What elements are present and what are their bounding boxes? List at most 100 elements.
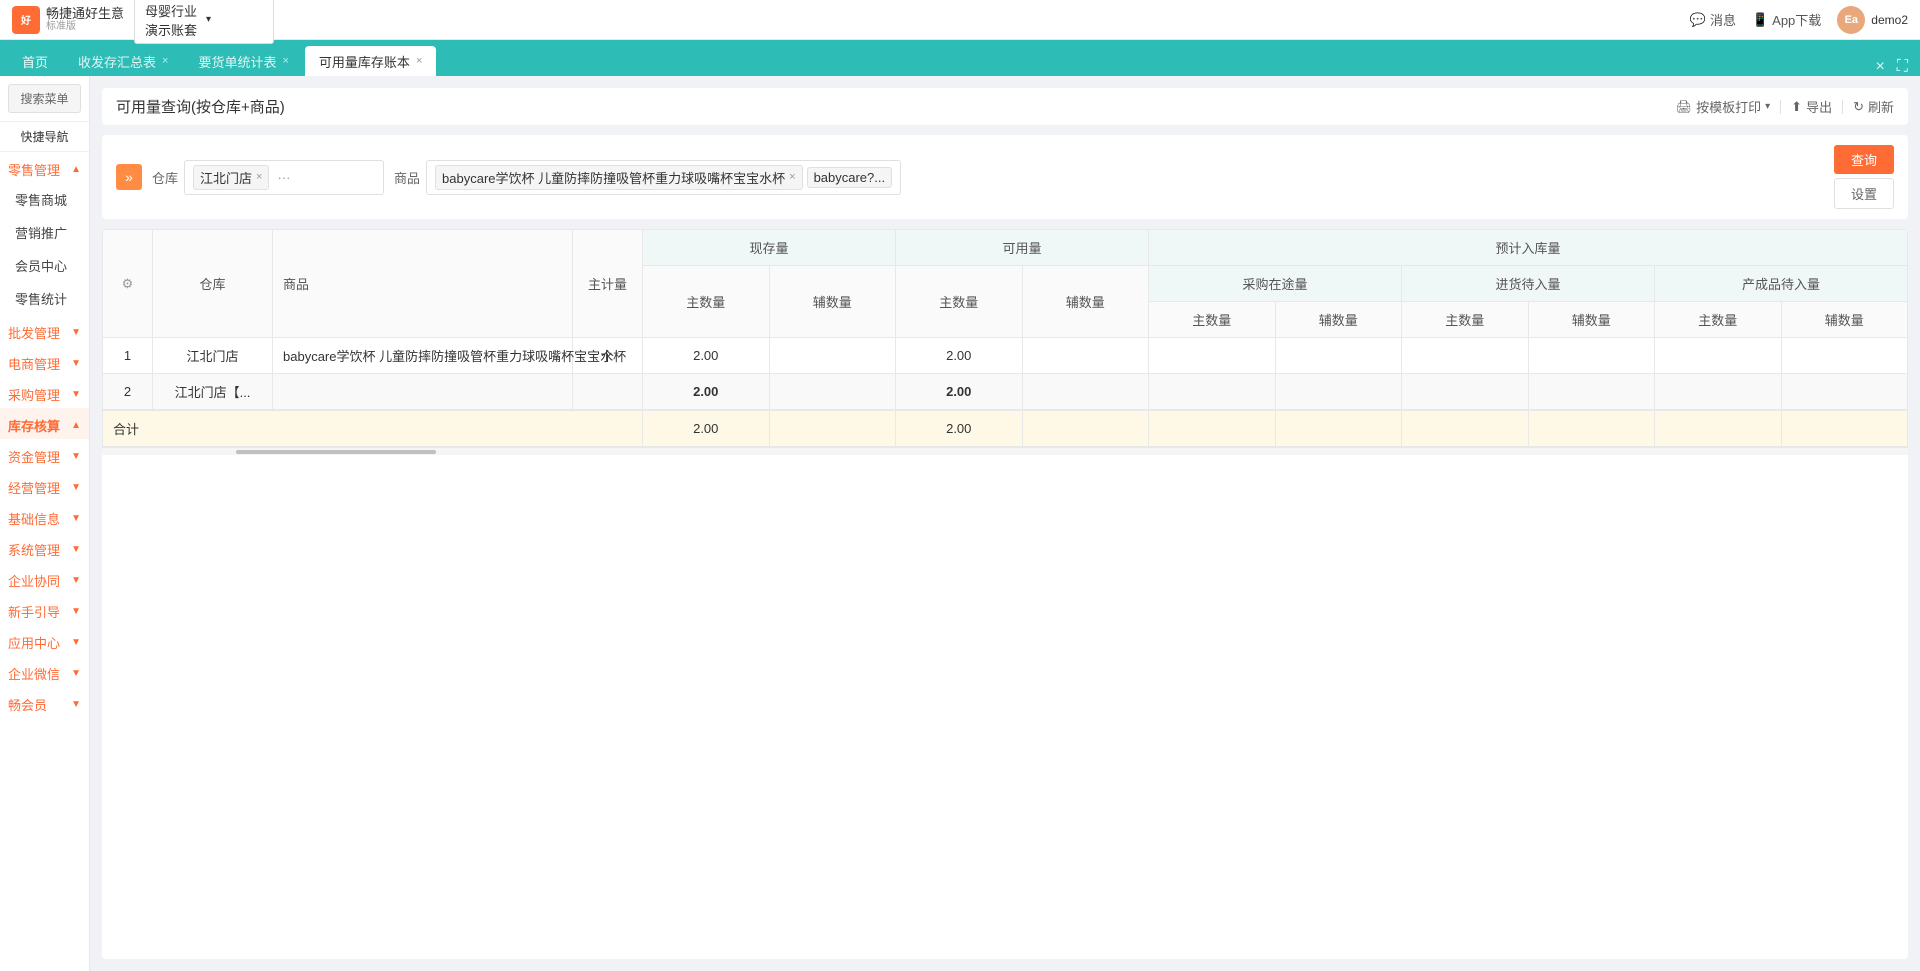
row-available-main: 2.00	[896, 338, 1023, 374]
row-no: 1	[103, 338, 153, 374]
available-header: 可用量	[896, 230, 1149, 266]
avatar: Ea	[1837, 6, 1865, 34]
sidebar-section-basic[interactable]: 基础信息 ▼	[0, 501, 89, 532]
sidebar-section-system[interactable]: 系统管理 ▼	[0, 532, 89, 563]
table-container: ⚙ 仓库 商品 主计量 现存量 可用量 预计入库量 主数量	[102, 229, 1908, 959]
row-unit-subtotal	[573, 374, 643, 411]
app-download-button[interactable]: 📱 App下载	[1752, 10, 1821, 29]
sidebar-item-retail-stats[interactable]: 零售统计	[0, 282, 89, 315]
warehouse-input[interactable]: 江北门店 × ···	[184, 160, 384, 195]
row-no: 2	[103, 374, 153, 411]
inc-pending-aux-header: 辅数量	[1528, 302, 1655, 338]
sidebar-section-appcenter[interactable]: 应用中心 ▼	[0, 625, 89, 656]
sidebar-section-inventory[interactable]: 库存核算 ▲	[0, 408, 89, 439]
sidebar-item-retail-shop[interactable]: 零售商城	[0, 183, 89, 216]
row-inc-pending-aux-subtotal	[1528, 374, 1655, 411]
row-warehouse: 江北门店	[153, 338, 273, 374]
product-pending-header: 产成品待入量	[1655, 266, 1908, 302]
warehouse-tag-close[interactable]: ×	[256, 171, 262, 183]
row-available-main-subtotal: 2.00	[896, 374, 1023, 411]
tab-close-available[interactable]: ×	[416, 55, 422, 67]
warehouse-tag: 江北门店 ×	[193, 165, 269, 190]
export-button[interactable]: ⬆ 导出	[1791, 97, 1832, 116]
main-content: 可用量查询(按仓库+商品) 🖨 按模板打印 ▾ ⬆ 导出 ↻	[90, 76, 1920, 971]
message-icon: 💬	[1690, 12, 1706, 28]
download-icon: 📱	[1752, 12, 1768, 28]
sidebar-section-retail[interactable]: 零售管理 ▲	[0, 152, 89, 183]
search-menu-button[interactable]: 搜索菜单	[8, 84, 81, 113]
product-tag-1: babycare学饮杯 儿童防摔防撞吸管杯重力球吸嘴杯宝宝水杯 ×	[435, 165, 803, 190]
tab-home[interactable]: 首页	[8, 46, 62, 76]
sidebar-item-marketing[interactable]: 营销推广	[0, 216, 89, 249]
data-table: ⚙ 仓库 商品 主计量 现存量 可用量 预计入库量 主数量	[102, 229, 1908, 447]
sidebar-section-finance[interactable]: 资金管理 ▼	[0, 439, 89, 470]
scrollbar-area	[102, 447, 1908, 455]
product-tag-1-close[interactable]: ×	[789, 171, 795, 183]
logo-text: 畅捷通好生意 标准版	[46, 6, 124, 34]
print-icon: 🖨	[1676, 99, 1693, 115]
tab-close-order[interactable]: ×	[282, 55, 288, 67]
tab-receive[interactable]: 收发存汇总表 ×	[64, 46, 182, 76]
industry-selector[interactable]: 母婴行业演示账套 ▾	[134, 0, 274, 44]
main-layout: 搜索菜单 快捷导航 零售管理 ▲ 零售商城 营销推广 会员中心 零售统计 批发管…	[0, 76, 1920, 971]
print-button[interactable]: 🖨 按模板打印 ▾	[1676, 97, 1771, 116]
sidebar-section-ecommerce[interactable]: 电商管理 ▼	[0, 346, 89, 377]
sidebar-section-purchase[interactable]: 采购管理 ▼	[0, 377, 89, 408]
chevron-down-icon: ▾	[1765, 101, 1770, 112]
row-prod-pending-main-subtotal	[1655, 374, 1782, 411]
summary-available-aux	[1022, 410, 1149, 447]
refresh-button[interactable]: ↻ 刷新	[1853, 97, 1894, 116]
tab-close-receive[interactable]: ×	[162, 55, 168, 67]
sidebar-section-operations[interactable]: 经营管理 ▼	[0, 470, 89, 501]
row-available-aux	[1022, 338, 1149, 374]
sidebar-item-members[interactable]: 会员中心	[0, 249, 89, 282]
row-current-aux	[769, 338, 896, 374]
warehouse-more-button[interactable]: ···	[273, 170, 294, 185]
row-inc-pending-main	[1402, 338, 1529, 374]
close-all-tabs-button[interactable]: ×	[1869, 58, 1890, 76]
table-settings-icon[interactable]: ⚙	[122, 276, 134, 291]
product-filter: 商品 babycare学饮杯 儿童防摔防撞吸管杯重力球吸嘴杯宝宝水杯 × bab…	[394, 160, 901, 195]
row-pur-transit-aux-subtotal	[1275, 374, 1402, 411]
current-main-header: 主数量	[643, 266, 770, 338]
filter-action-buttons: 查询 设置	[1834, 145, 1894, 209]
summary-inc-pending-aux	[1528, 410, 1655, 447]
refresh-icon: ↻	[1853, 99, 1864, 115]
sidebar-section-wechat[interactable]: 企业微信 ▼	[0, 656, 89, 687]
sidebar-section-vip[interactable]: 畅会员 ▼	[0, 687, 89, 718]
sidebar: 搜索菜单 快捷导航 零售管理 ▲ 零售商城 营销推广 会员中心 零售统计 批发管…	[0, 76, 90, 971]
sidebar-section-wholesale[interactable]: 批发管理 ▼	[0, 315, 89, 346]
logo-icon: 好	[12, 6, 40, 34]
product-tag-2: babycare?...	[807, 167, 893, 188]
export-icon: ⬆	[1791, 99, 1802, 115]
available-main-header: 主数量	[896, 266, 1023, 338]
quick-nav-button[interactable]: 快捷导航	[0, 122, 89, 152]
row-product: babycare学饮杯 儿童防摔防撞吸管杯重力球吸嘴杯宝宝水杯	[273, 338, 573, 374]
product-input[interactable]: babycare学饮杯 儿童防摔防撞吸管杯重力球吸嘴杯宝宝水杯 × babyca…	[426, 160, 901, 195]
maximize-button[interactable]: ⛶	[1893, 58, 1912, 76]
scrollbar-thumb[interactable]	[236, 450, 436, 454]
available-aux-header: 辅数量	[1022, 266, 1149, 338]
filter-toggle-button[interactable]: »	[116, 164, 142, 190]
prod-pending-aux-header: 辅数量	[1781, 302, 1908, 338]
summary-current-main: 2.00	[643, 410, 770, 447]
message-button[interactable]: 💬 消息	[1690, 10, 1736, 29]
row-available-aux-subtotal	[1022, 374, 1149, 411]
chevron-down-icon: ▾	[206, 14, 263, 25]
warehouse-filter: 仓库 江北门店 × ···	[152, 160, 384, 195]
settings-col-header: ⚙	[103, 230, 153, 338]
logo-area: 好 畅捷通好生意 标准版	[12, 6, 124, 34]
tab-order[interactable]: 要货单统计表 ×	[184, 46, 302, 76]
tab-available[interactable]: 可用量库存账本 ×	[305, 46, 436, 76]
query-button[interactable]: 查询	[1834, 145, 1894, 174]
settings-button[interactable]: 设置	[1834, 178, 1894, 209]
row-prod-pending-aux	[1781, 338, 1908, 374]
current-stock-header: 现存量	[643, 230, 896, 266]
page-content: 可用量查询(按仓库+商品) 🖨 按模板打印 ▾ ⬆ 导出 ↻	[90, 76, 1920, 971]
sidebar-section-enterprise[interactable]: 企业协同 ▼	[0, 563, 89, 594]
row-current-aux-subtotal	[769, 374, 896, 411]
sidebar-section-newuser[interactable]: 新手引导 ▼	[0, 594, 89, 625]
user-menu[interactable]: Ea demo2	[1837, 6, 1908, 34]
row-prod-pending-main	[1655, 338, 1782, 374]
top-bar-left: 好 畅捷通好生意 标准版 母婴行业演示账套 ▾	[12, 0, 274, 44]
